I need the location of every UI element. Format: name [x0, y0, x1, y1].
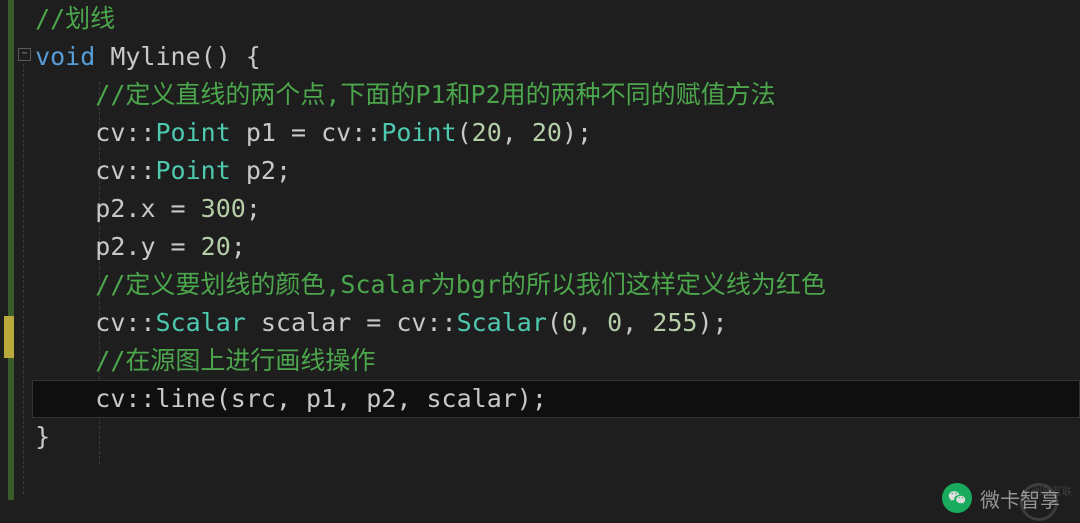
type: Point — [156, 118, 231, 147]
brace: { — [231, 42, 261, 71]
corner-watermark: 创新互联 — [1018, 481, 1078, 521]
code-line: cv::Point p2; — [20, 152, 1080, 190]
number: 20 — [532, 118, 562, 147]
comment: //定义要划线的颜色,Scalar为bgr的所以我们这样定义线为红色 — [95, 270, 826, 299]
wechat-icon — [942, 483, 972, 513]
comment: //定义直线的两个点,下面的P1和P2用的两种不同的赋值方法 — [95, 80, 775, 109]
code-line: cv::Point p1 = cv::Point(20, 20); — [20, 114, 1080, 152]
code-line: void Myline() { — [20, 38, 1080, 76]
code-line: //定义要划线的颜色,Scalar为bgr的所以我们这样定义线为红色 — [20, 266, 1080, 304]
code-line: p2.x = 300; — [20, 190, 1080, 228]
code-editor[interactable]: − //划线 void Myline() { //定义直线的两个点,下面的P1和… — [0, 0, 1080, 523]
code-line: cv::Scalar scalar = cv::Scalar(0, 0, 255… — [20, 304, 1080, 342]
number: 255 — [652, 308, 697, 337]
function-call: line — [156, 384, 216, 413]
number: 20 — [201, 232, 231, 261]
function-name: Myline — [95, 42, 200, 71]
corner-watermark-text: 创新互联 — [1032, 487, 1072, 499]
variable: scalar — [261, 308, 351, 337]
number: 300 — [201, 194, 246, 223]
namespace: cv:: — [95, 118, 155, 147]
code-line: } — [20, 418, 1080, 456]
type: Scalar — [156, 308, 246, 337]
keyword: void — [35, 42, 95, 71]
number: 0 — [562, 308, 577, 337]
code-area[interactable]: //划线 void Myline() { //定义直线的两个点,下面的P1和P2… — [20, 0, 1080, 456]
comment: //在源图上进行画线操作 — [95, 346, 375, 375]
gutter — [0, 0, 20, 523]
code-line: //在源图上进行画线操作 — [20, 342, 1080, 380]
code-line: //定义直线的两个点,下面的P1和P2用的两种不同的赋值方法 — [20, 76, 1080, 114]
variable: p1 — [246, 118, 276, 147]
code-line: //划线 — [20, 0, 1080, 38]
change-marker-green — [8, 0, 14, 500]
comment: //划线 — [35, 4, 115, 33]
code-line: p2.y = 20; — [20, 228, 1080, 266]
number: 20 — [472, 118, 502, 147]
parens: () — [201, 42, 231, 71]
code-line: cv::line(src, p1, p2, scalar); — [20, 380, 1080, 418]
change-marker-yellow — [4, 316, 14, 358]
number: 0 — [607, 308, 622, 337]
close-brace: } — [35, 422, 50, 451]
